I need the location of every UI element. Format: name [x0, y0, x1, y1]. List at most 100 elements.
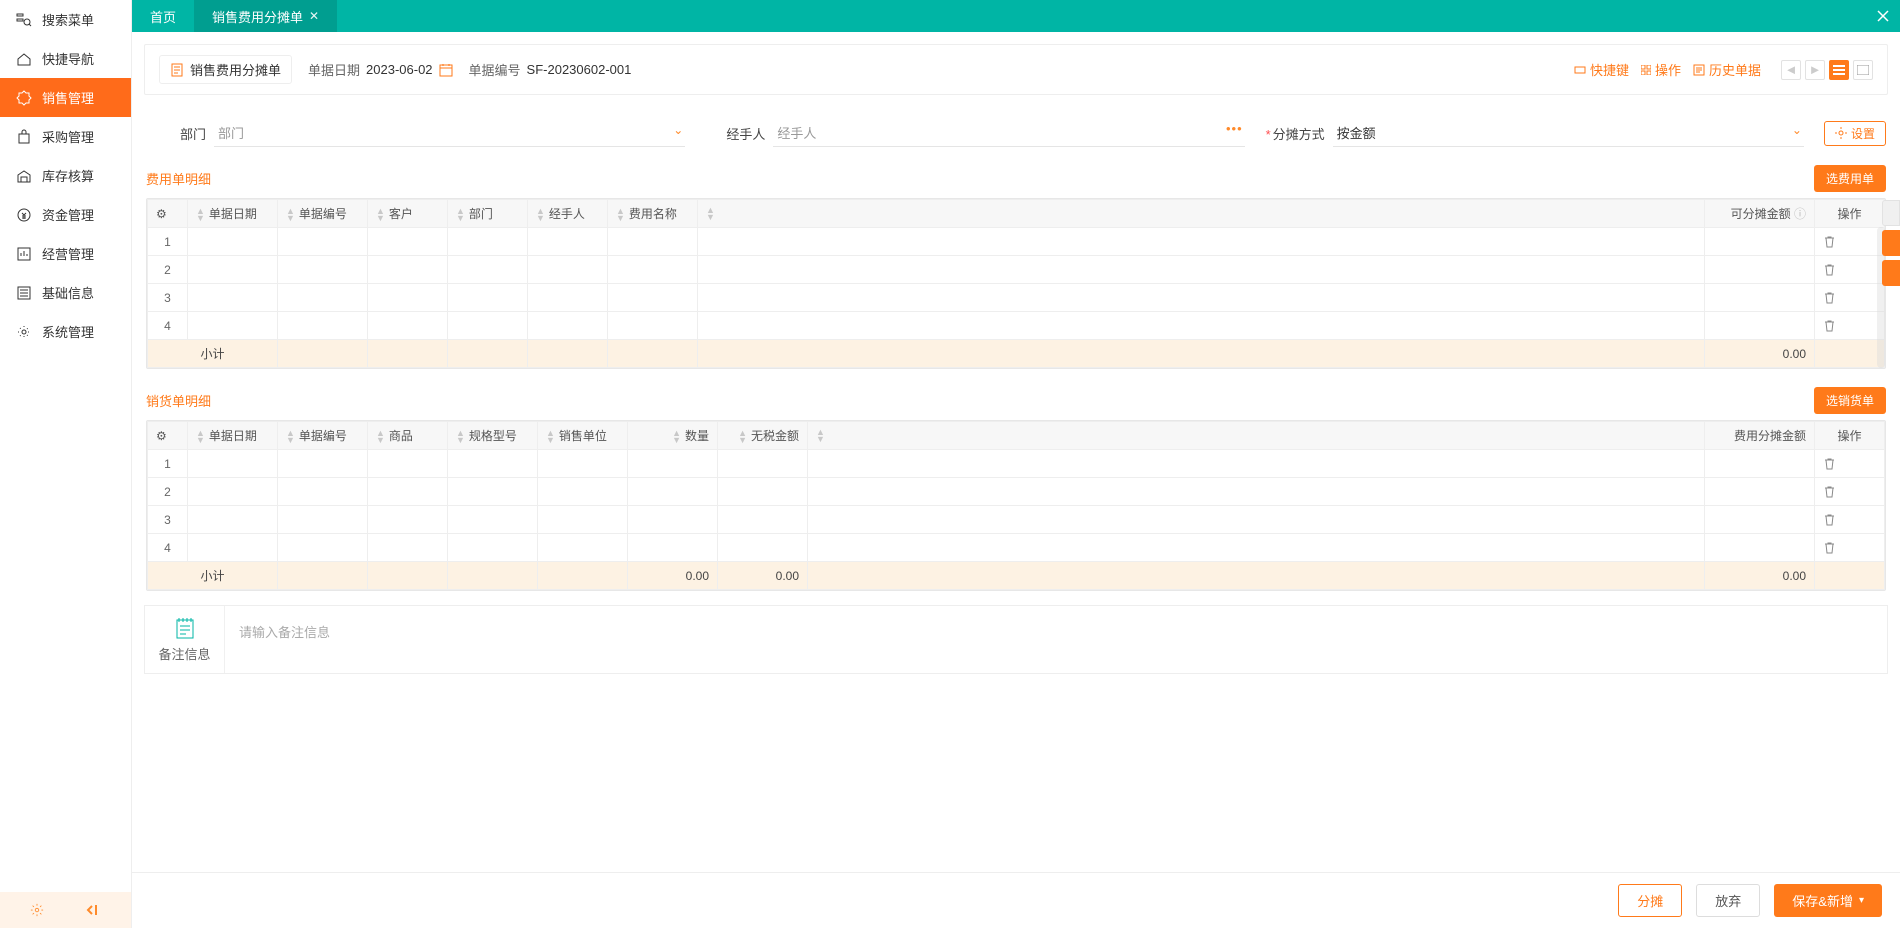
trash-icon[interactable] — [1823, 513, 1876, 526]
table-row[interactable]: 2 — [148, 256, 1885, 284]
ops-link[interactable]: 操作 — [1641, 60, 1681, 79]
float-tab-1[interactable] — [1882, 200, 1900, 226]
table-row[interactable]: 3 — [148, 506, 1885, 534]
discard-button[interactable]: 放弃 — [1696, 884, 1760, 917]
dept-input[interactable]: 部门 ⌄ — [214, 119, 685, 147]
ellipsis-icon: ••• — [1226, 121, 1243, 136]
report-icon — [16, 246, 32, 262]
prev-record-icon[interactable]: ◄ — [1781, 60, 1801, 80]
float-tab-3[interactable] — [1882, 260, 1900, 286]
allocate-button[interactable]: 分摊 — [1618, 884, 1682, 917]
select-sales-button[interactable]: 选销货单 — [1814, 387, 1886, 414]
settings-gear-icon[interactable] — [30, 903, 44, 917]
col-dept[interactable]: ▲▼部门 — [448, 200, 528, 228]
expense-header-row: ⚙ ▲▼单据日期 ▲▼单据编号 ▲▼客户 ▲▼部门 ▲▼经手人 ▲▼费用名称 ▲… — [148, 200, 1885, 228]
sales-section-title: 销货单明细 — [146, 391, 211, 410]
document-title: 销售费用分摊单 — [190, 60, 281, 79]
trash-icon[interactable] — [1823, 457, 1876, 470]
field-method: *分摊方式 按金额 ⌄ — [1265, 119, 1804, 147]
table-row[interactable]: 3 — [148, 284, 1885, 312]
col-handler[interactable]: ▲▼经手人 — [528, 200, 608, 228]
collapse-sidebar-icon[interactable] — [85, 903, 101, 917]
trash-icon[interactable] — [1823, 235, 1876, 248]
sidebar-item-search[interactable]: 搜索菜单 — [0, 0, 131, 39]
sidebar-item-basic[interactable]: 基础信息 — [0, 273, 131, 312]
trash-icon[interactable] — [1823, 291, 1876, 304]
doc-number: 单据编号 SF-20230602-001 — [469, 60, 632, 79]
col-date[interactable]: ▲▼单据日期 — [188, 200, 278, 228]
record-nav: ◄ ► — [1781, 60, 1873, 80]
col-no[interactable]: ▲▼单据编号 — [278, 422, 368, 450]
content-scroll[interactable]: 部门 部门 ⌄ 经手人 经手人 ••• *分摊方式 按金额 ⌄ — [132, 107, 1900, 872]
col-amount[interactable]: ▲▼无税金额 — [718, 422, 808, 450]
col-blank[interactable]: ▲▼ — [698, 200, 1705, 228]
col-alloc[interactable]: 费用分摊金额 — [1705, 422, 1815, 450]
col-product[interactable]: ▲▼商品 — [368, 422, 448, 450]
remarks-tab[interactable]: 备注信息 — [145, 606, 225, 673]
sidebar-item-purchase[interactable]: 采购管理 — [0, 117, 131, 156]
table-row[interactable]: 4 — [148, 534, 1885, 562]
table-row[interactable]: 1 — [148, 450, 1885, 478]
sidebar-item-funds[interactable]: 资金管理 — [0, 195, 131, 234]
table-row[interactable]: 2 — [148, 478, 1885, 506]
col-op: 操作 — [1815, 200, 1885, 228]
remarks-label: 备注信息 — [158, 644, 210, 663]
sidebar-menu: 搜索菜单 快捷导航 销售管理 采购管理 库存核算 — [0, 0, 131, 892]
trash-icon[interactable] — [1823, 541, 1876, 554]
col-gear[interactable]: ⚙ — [148, 422, 188, 450]
sidebar-item-sales[interactable]: 销售管理 — [0, 78, 131, 117]
footer-actions: 分摊 放弃 保存&新增 ▾ — [132, 872, 1900, 928]
col-spec[interactable]: ▲▼规格型号 — [448, 422, 538, 450]
sidebar-item-operation[interactable]: 经营管理 — [0, 234, 131, 273]
date-value[interactable]: 2023-06-02 — [366, 62, 433, 77]
col-alloc-amount[interactable]: 可分摊金额 ⓘ — [1705, 200, 1815, 228]
col-date[interactable]: ▲▼单据日期 — [188, 422, 278, 450]
calendar-icon[interactable] — [439, 63, 453, 77]
grid-icon — [1641, 65, 1651, 75]
trash-icon[interactable] — [1823, 319, 1876, 332]
float-tab-2[interactable] — [1882, 230, 1900, 256]
bag-icon — [16, 129, 32, 145]
col-unit[interactable]: ▲▼销售单位 — [538, 422, 628, 450]
trash-icon[interactable] — [1823, 485, 1876, 498]
gear-icon: ⚙ — [156, 429, 167, 443]
col-qty[interactable]: ▲▼数量 — [628, 422, 718, 450]
table-row[interactable]: 4 — [148, 312, 1885, 340]
history-label: 历史单据 — [1709, 60, 1761, 79]
sales-subtotal-row: 小计 0.00 0.00 0.00 — [148, 562, 1885, 590]
view-card-icon[interactable] — [1853, 60, 1873, 80]
tab-sales-allocation[interactable]: 销售费用分摊单 ✕ — [194, 0, 337, 32]
help-icon[interactable]: ⓘ — [1794, 207, 1806, 221]
ops-label: 操作 — [1655, 60, 1681, 79]
handler-input[interactable]: 经手人 ••• — [773, 119, 1244, 147]
view-list-icon[interactable] — [1829, 60, 1849, 80]
method-select[interactable]: 按金额 ⌄ — [1333, 119, 1804, 147]
history-link[interactable]: 历史单据 — [1693, 60, 1761, 79]
next-record-icon[interactable]: ► — [1805, 60, 1825, 80]
settings-button[interactable]: 设置 — [1824, 121, 1886, 146]
keyboard-icon — [1574, 64, 1586, 76]
remarks-input[interactable]: 请输入备注信息 — [225, 606, 1887, 673]
close-all-tabs[interactable] — [1866, 0, 1900, 32]
col-customer[interactable]: ▲▼客户 — [368, 200, 448, 228]
sidebar-label: 资金管理 — [42, 205, 94, 224]
sidebar-item-inventory[interactable]: 库存核算 — [0, 156, 131, 195]
save-add-button[interactable]: 保存&新增 ▾ — [1774, 884, 1882, 917]
sidebar-item-system[interactable]: 系统管理 — [0, 312, 131, 351]
tab-home[interactable]: 首页 — [132, 0, 194, 32]
no-value: SF-20230602-001 — [527, 62, 632, 77]
shortcut-link[interactable]: 快捷键 — [1574, 60, 1629, 79]
field-handler: 经手人 经手人 ••• — [705, 119, 1244, 147]
handler-label: 经手人 — [705, 124, 765, 143]
expense-subtotal-row: 小计 0.00 — [148, 340, 1885, 368]
table-row[interactable]: 1 — [148, 228, 1885, 256]
col-fee[interactable]: ▲▼费用名称 — [608, 200, 698, 228]
trash-icon[interactable] — [1823, 263, 1876, 276]
select-expense-button[interactable]: 选费用单 — [1814, 165, 1886, 192]
sidebar-item-quicknav[interactable]: 快捷导航 — [0, 39, 131, 78]
col-blank[interactable]: ▲▼ — [808, 422, 1705, 450]
close-icon[interactable]: ✕ — [309, 9, 319, 23]
col-no[interactable]: ▲▼单据编号 — [278, 200, 368, 228]
sidebar-label: 库存核算 — [42, 166, 94, 185]
col-gear[interactable]: ⚙ — [148, 200, 188, 228]
